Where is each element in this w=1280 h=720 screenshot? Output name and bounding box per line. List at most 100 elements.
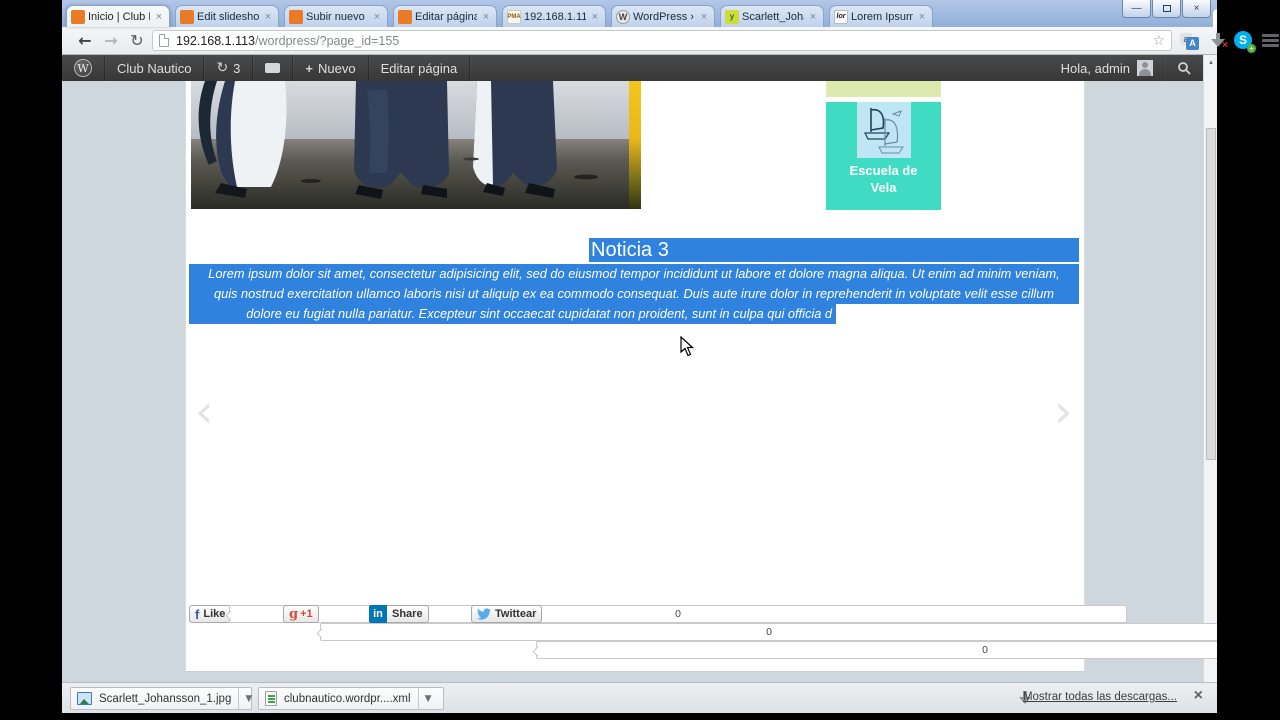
news-text-line1-selected: Lorem ipsum dolor sit amet, consectetur …	[189, 264, 1079, 284]
tab-scarlett-image[interactable]: y Scarlett_Johanss ×	[720, 5, 824, 27]
lorem-favicon-icon: lor	[834, 9, 848, 24]
twitter-bird-icon	[477, 608, 491, 620]
wp-admin-bar: W Club Nautico ↻ 3 + Nuevo Editar página…	[62, 55, 1203, 81]
tab-editar-pagina[interactable]: Editar página ‹ C ×	[393, 5, 497, 27]
greeting-label: Hola, admin	[1060, 60, 1130, 76]
my-account-menu[interactable]: Hola, admin	[1049, 55, 1165, 81]
video-frame: Inicio | Club Na × Edit slideshow ‹ × Su…	[0, 0, 1280, 720]
search-icon	[1178, 62, 1191, 75]
sailboat-sketch-icon	[856, 102, 911, 158]
search-button[interactable]	[1165, 55, 1203, 81]
widget-top-band	[826, 81, 941, 97]
slider-prev-arrow[interactable]: ‹	[195, 388, 213, 434]
twitter-tweet-button[interactable]: Twittear	[471, 605, 543, 623]
edit-page-menu[interactable]: Editar página	[369, 55, 471, 81]
tab-strip: Inicio | Club Na × Edit slideshow ‹ × Su…	[62, 0, 1258, 27]
escuela-de-vela-widget[interactable]: Escuela de Vela	[826, 81, 941, 210]
plus-icon: +	[305, 60, 313, 76]
tab-close-icon[interactable]: ×	[807, 11, 819, 23]
browser-toolbar: ← → ↻ 192.168.1.113/wordpress/?page_id=1…	[62, 27, 1279, 55]
restore-icon	[1162, 5, 1171, 12]
content-area: Escuela de Vela Noticia 3 Lorem ipsum do…	[185, 81, 1280, 672]
download-error-x: ×	[1222, 40, 1228, 51]
download-item-xml[interactable]: clubnautico.wordpr....xml ▼	[258, 687, 444, 710]
edit-page-label: Editar página	[380, 60, 458, 76]
bookmark-star-icon[interactable]: ☆	[1152, 33, 1165, 49]
tab-inicio[interactable]: Inicio | Club Na ×	[66, 5, 170, 27]
download-filename: Scarlett_Johansson_1.jpg	[99, 692, 232, 705]
translate-icon[interactable]: a A	[1180, 31, 1200, 51]
updates-count: 3	[233, 60, 241, 76]
downloads-bar: Scarlett_Johansson_1.jpg ▼ clubnautico.w…	[62, 682, 1217, 713]
facebook-f-icon: f	[195, 606, 200, 622]
page-background: Escuela de Vela Noticia 3 Lorem ipsum do…	[62, 81, 1280, 682]
twitter-tweet-count: 0	[536, 641, 1280, 659]
tab-close-icon[interactable]: ×	[916, 11, 928, 23]
comments-menu[interactable]	[253, 55, 294, 81]
wordpress-logo-icon: W	[74, 59, 92, 77]
page-scrollbar[interactable]: ▴	[1203, 55, 1217, 682]
reload-button[interactable]: ↻	[126, 30, 148, 52]
google-plusone-count: 0	[320, 623, 1218, 641]
download-caret-icon[interactable]: ▼	[417, 688, 431, 709]
updates-icon: ↻	[216, 60, 229, 76]
tab-title: Inicio | Club Na	[88, 10, 150, 23]
close-downloads-bar-button[interactable]: ×	[1194, 687, 1203, 705]
tab-phpmyadmin[interactable]: PMA 192.168.1.113 / l ×	[502, 5, 606, 27]
tab-title: Subir nuevo me	[306, 10, 368, 23]
tab-subir-nuevo[interactable]: Subir nuevo me ×	[284, 5, 388, 27]
tab-lorem-ipsum[interactable]: lor Lorem Ipsum - ×	[829, 5, 933, 27]
mouse-cursor	[680, 336, 694, 357]
scrollbar-thumb[interactable]	[1205, 128, 1216, 460]
tab-close-icon[interactable]: ×	[480, 11, 492, 23]
site-name-menu[interactable]: Club Nautico	[105, 55, 205, 81]
image-file-icon	[77, 692, 92, 705]
tab-title: Edit slideshow ‹	[197, 10, 259, 23]
close-window-button[interactable]: ×	[1182, 0, 1211, 18]
updates-menu[interactable]: ↻ 3	[204, 55, 254, 81]
wp-logo-menu[interactable]: W	[62, 55, 105, 81]
next-slide-sliver	[629, 81, 641, 209]
widget-body: Escuela de Vela	[826, 102, 941, 210]
tab-edit-slideshow[interactable]: Edit slideshow ‹ ×	[175, 5, 279, 27]
download-caret-icon[interactable]: ▼	[238, 688, 252, 709]
admin-bar-right: Hola, admin	[1049, 55, 1203, 81]
site-favicon-icon	[398, 9, 412, 24]
tab-title: 192.168.1.113 / l	[524, 10, 586, 23]
restore-button[interactable]	[1152, 0, 1181, 18]
google-plusone-button[interactable]: g +1	[283, 605, 319, 623]
news-text-line2-selected: quis nostrud exercitation ullamco labori…	[189, 284, 1079, 304]
download-manager-icon[interactable]: ×	[1208, 31, 1228, 51]
facebook-like-button[interactable]: f Like	[189, 605, 232, 623]
comments-bubble-icon	[265, 63, 281, 73]
window-controls: — ×	[1121, 0, 1211, 18]
new-content-menu[interactable]: + Nuevo	[293, 55, 369, 81]
forward-button[interactable]: →	[100, 30, 122, 52]
site-favicon-icon	[71, 9, 85, 24]
google-g-icon: g	[289, 606, 299, 622]
skype-icon[interactable]: S +	[1234, 31, 1256, 53]
tab-close-icon[interactable]: ×	[371, 11, 383, 23]
linkedin-in-icon: in	[369, 605, 387, 623]
translate-blue-tile: A	[1186, 37, 1199, 50]
scrollbar-up-arrow[interactable]: ▴	[1204, 55, 1218, 69]
url-text[interactable]: 192.168.1.113/wordpress/?page_id=155	[176, 34, 1152, 48]
linkedin-share-button[interactable]: in Share	[369, 605, 429, 623]
wordpress-favicon-icon: W	[616, 9, 630, 24]
facebook-like-count: 0	[229, 605, 1127, 623]
slider-next-arrow[interactable]: ›	[1054, 388, 1072, 434]
menu-icon[interactable]	[1262, 34, 1280, 54]
show-all-downloads-link[interactable]: Mostrar todas las descargas...	[1023, 691, 1177, 703]
tab-close-icon[interactable]: ×	[698, 11, 710, 23]
tab-close-icon[interactable]: ×	[589, 11, 601, 23]
tab-title: Lorem Ipsum -	[851, 10, 913, 23]
address-bar[interactable]: 192.168.1.113/wordpress/?page_id=155 ☆	[152, 30, 1172, 51]
new-label: Nuevo	[318, 60, 356, 76]
minimize-button[interactable]: —	[1122, 0, 1151, 18]
tab-title: WordPress › Slid	[633, 10, 695, 23]
tab-close-icon[interactable]: ×	[262, 11, 274, 23]
tab-close-icon[interactable]: ×	[153, 11, 165, 23]
tab-wordpress-slideshow[interactable]: W WordPress › Slid ×	[611, 5, 715, 27]
download-item-jpg[interactable]: Scarlett_Johansson_1.jpg ▼	[70, 687, 252, 710]
back-button[interactable]: ←	[74, 30, 96, 52]
